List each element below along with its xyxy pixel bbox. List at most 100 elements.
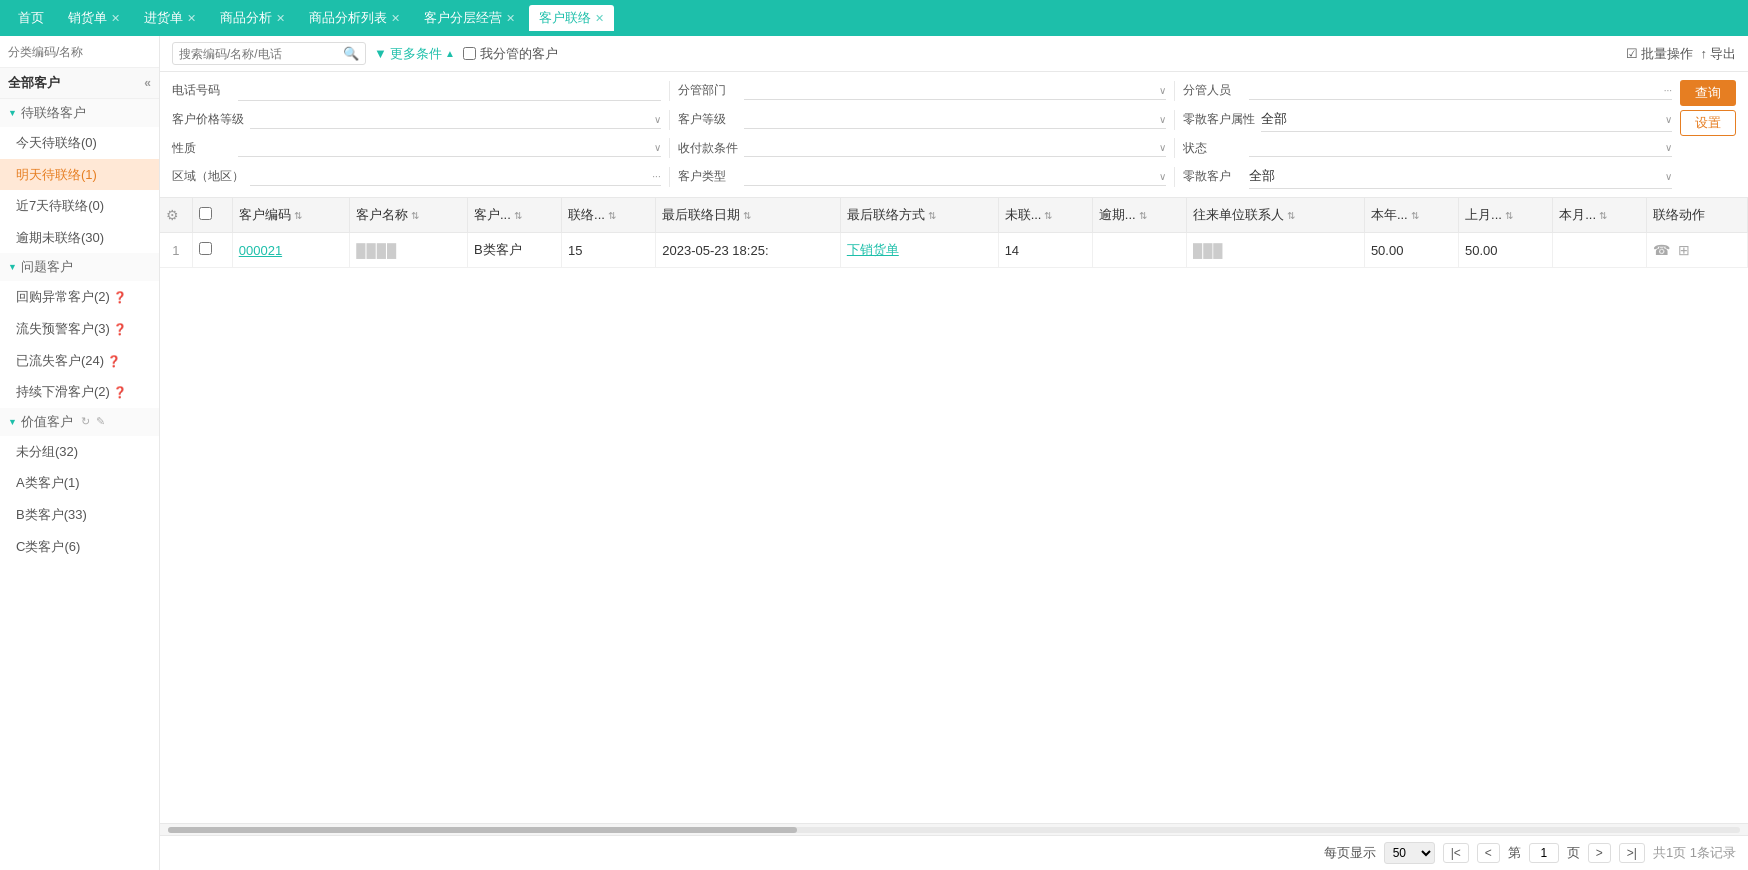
gear-icon[interactable]: ⚙: [166, 207, 179, 223]
th-this-month[interactable]: 本月... ⇅: [1553, 198, 1647, 233]
filter-my-customers: 我分管的客户: [463, 45, 558, 63]
sidebar-item-7days[interactable]: 近7天待联络(0): [0, 190, 159, 222]
filter-payment: 收付款条件 ∨: [678, 139, 1167, 157]
sidebar-collapse-btn[interactable]: «: [144, 76, 151, 90]
th-last-method[interactable]: 最后联络方式 ⇅: [840, 198, 998, 233]
th-last-month[interactable]: 上月... ⇅: [1459, 198, 1553, 233]
nav-customer-contact[interactable]: 客户联络 ✕: [529, 5, 614, 31]
sidebar-group-value[interactable]: 价值客户 ↻ ✎: [0, 408, 159, 436]
filter-retail-select[interactable]: 全部 ∨: [1249, 164, 1672, 189]
action-contact-icon[interactable]: ☎: [1653, 242, 1670, 258]
row-type: B类客户: [467, 233, 561, 268]
filter-customer-level: 客户等级 ∨: [678, 111, 1167, 129]
sidebar-item-declining[interactable]: 持续下滑客户(2) ❓: [0, 376, 159, 408]
export-btn[interactable]: ↑ 导出: [1701, 45, 1737, 63]
sidebar-search-container: 🔍: [0, 36, 159, 68]
row-checkbox[interactable]: [199, 242, 212, 255]
per-page-select[interactable]: 50 100 200: [1384, 842, 1435, 864]
nav-sales[interactable]: 销货单 ✕: [58, 5, 130, 31]
th-contacts[interactable]: 联络... ⇅: [562, 198, 656, 233]
sidebar-item-ungraded[interactable]: 未分组(32): [0, 436, 159, 468]
nav-purchase[interactable]: 进货单 ✕: [134, 5, 206, 31]
adv-filter-row3: 性质 ∨ 收付款条件 ∨: [172, 138, 1672, 158]
next-page-btn[interactable]: >: [1588, 843, 1611, 863]
nav-customer-mgmt-close[interactable]: ✕: [506, 12, 515, 25]
sidebar-item-class-b[interactable]: B类客户(33): [0, 499, 159, 531]
filter-phone-input[interactable]: [238, 80, 661, 101]
filter-status-select[interactable]: ∨: [1249, 139, 1672, 157]
my-customers-checkbox[interactable]: [463, 47, 476, 60]
sort-this-year-icon: ⇅: [1411, 210, 1419, 221]
nav-sales-close[interactable]: ✕: [111, 12, 120, 25]
th-overdue[interactable]: 逾期... ⇅: [1092, 198, 1186, 233]
filter-manager-select[interactable]: ···: [1249, 82, 1672, 100]
sidebar-group-problem[interactable]: 问题客户: [0, 253, 159, 281]
th-this-year[interactable]: 本年... ⇅: [1364, 198, 1458, 233]
sidebar-all-customers[interactable]: 全部客户 «: [0, 68, 159, 99]
page-input[interactable]: [1529, 843, 1559, 863]
nav-customer-mgmt[interactable]: 客户分层经营 ✕: [414, 5, 525, 31]
divider3: [669, 110, 670, 130]
filter-search-icon[interactable]: 🔍: [343, 46, 359, 61]
divider4: [1174, 110, 1175, 130]
sidebar-item-class-c[interactable]: C类客户(6): [0, 531, 159, 563]
nav-home[interactable]: 首页: [8, 5, 54, 31]
batch-ops-btn[interactable]: ☑ 批量操作: [1626, 45, 1693, 63]
sidebar-item-overdue[interactable]: 逾期未联络(30): [0, 222, 159, 254]
th-contacts-person[interactable]: 往来单位联系人 ⇅: [1186, 198, 1364, 233]
last-page-btn[interactable]: >|: [1619, 843, 1645, 863]
th-name[interactable]: 客户名称 ⇅: [350, 198, 468, 233]
row-name: ████: [350, 233, 468, 268]
divider8: [1174, 167, 1175, 187]
advanced-filter: 电话号码 分管部门 ∨ 分管人员: [160, 72, 1748, 198]
sidebar-item-today[interactable]: 今天待联络(0): [0, 127, 159, 159]
nav-product-list[interactable]: 商品分析列表 ✕: [299, 5, 410, 31]
th-type[interactable]: 客户... ⇅: [467, 198, 561, 233]
filter-region: 区域（地区） ···: [172, 168, 661, 186]
prev-page-btn[interactable]: <: [1477, 843, 1500, 863]
filter-payment-select[interactable]: ∨: [744, 139, 1167, 157]
filter-price-level-select[interactable]: ∨: [250, 111, 661, 129]
query-button[interactable]: 查询: [1680, 80, 1736, 106]
row-no-contact: 14: [998, 233, 1092, 268]
row-contacts-person: ███: [1186, 233, 1364, 268]
customer-code-link[interactable]: 000021: [239, 243, 282, 258]
sidebar-item-class-a[interactable]: A类客户(1): [0, 467, 159, 499]
nav-product-analysis-close[interactable]: ✕: [276, 12, 285, 25]
th-last-date[interactable]: 最后联络日期 ⇅: [656, 198, 841, 233]
select-all-checkbox[interactable]: [199, 207, 212, 220]
settings-button[interactable]: 设置: [1680, 110, 1736, 136]
horizontal-scrollbar[interactable]: [160, 823, 1748, 835]
sidebar-item-churn-warning[interactable]: 流失预警客户(3) ❓: [0, 313, 159, 345]
filter-dept-select[interactable]: ∨: [744, 82, 1167, 100]
filter-region-select[interactable]: ···: [250, 168, 661, 186]
adv-filter-row2: 客户价格等级 ∨ 客户等级 ∨: [172, 107, 1672, 132]
sort-this-month-icon: ⇅: [1599, 210, 1607, 221]
filter-customer-type-select[interactable]: ∨: [744, 168, 1167, 186]
filter-more-btn[interactable]: ▼ 更多条件 ▲: [374, 45, 455, 63]
th-no-contact[interactable]: 未联... ⇅: [998, 198, 1092, 233]
nav-purchase-close[interactable]: ✕: [187, 12, 196, 25]
filter-search-input[interactable]: [179, 47, 339, 61]
sort-no-contact-icon: ⇅: [1044, 210, 1052, 221]
nav-product-list-close[interactable]: ✕: [391, 12, 400, 25]
sidebar-item-churned[interactable]: 已流失客户(24) ❓: [0, 345, 159, 377]
sidebar-item-abnormal[interactable]: 回购异常客户(2) ❓: [0, 281, 159, 313]
row-last-method: 下销货单: [840, 233, 998, 268]
sort-contacts-person-icon: ⇅: [1287, 210, 1295, 221]
top-nav: 首页 销货单 ✕ 进货单 ✕ 商品分析 ✕ 商品分析列表 ✕ 客户分层经营 ✕ …: [0, 0, 1748, 36]
filter-retail-attr-select[interactable]: 全部 ∨: [1261, 107, 1672, 132]
nav-customer-contact-close[interactable]: ✕: [595, 12, 604, 25]
sidebar-item-tomorrow[interactable]: 明天待联络(1): [0, 159, 159, 191]
nav-product-analysis[interactable]: 商品分析 ✕: [210, 5, 295, 31]
table-area: ⚙ 客户编码 ⇅ 客户名称: [160, 198, 1748, 823]
last-method-link[interactable]: 下销货单: [847, 242, 899, 257]
scroll-thumb: [168, 827, 797, 833]
sidebar-search-input[interactable]: [8, 45, 158, 59]
filter-customer-level-select[interactable]: ∨: [744, 111, 1167, 129]
sidebar-group-pending[interactable]: 待联络客户: [0, 99, 159, 127]
action-more-icon[interactable]: ⊞: [1678, 242, 1690, 258]
filter-nature-select[interactable]: ∨: [238, 139, 661, 157]
th-code[interactable]: 客户编码 ⇅: [232, 198, 350, 233]
first-page-btn[interactable]: |<: [1443, 843, 1469, 863]
